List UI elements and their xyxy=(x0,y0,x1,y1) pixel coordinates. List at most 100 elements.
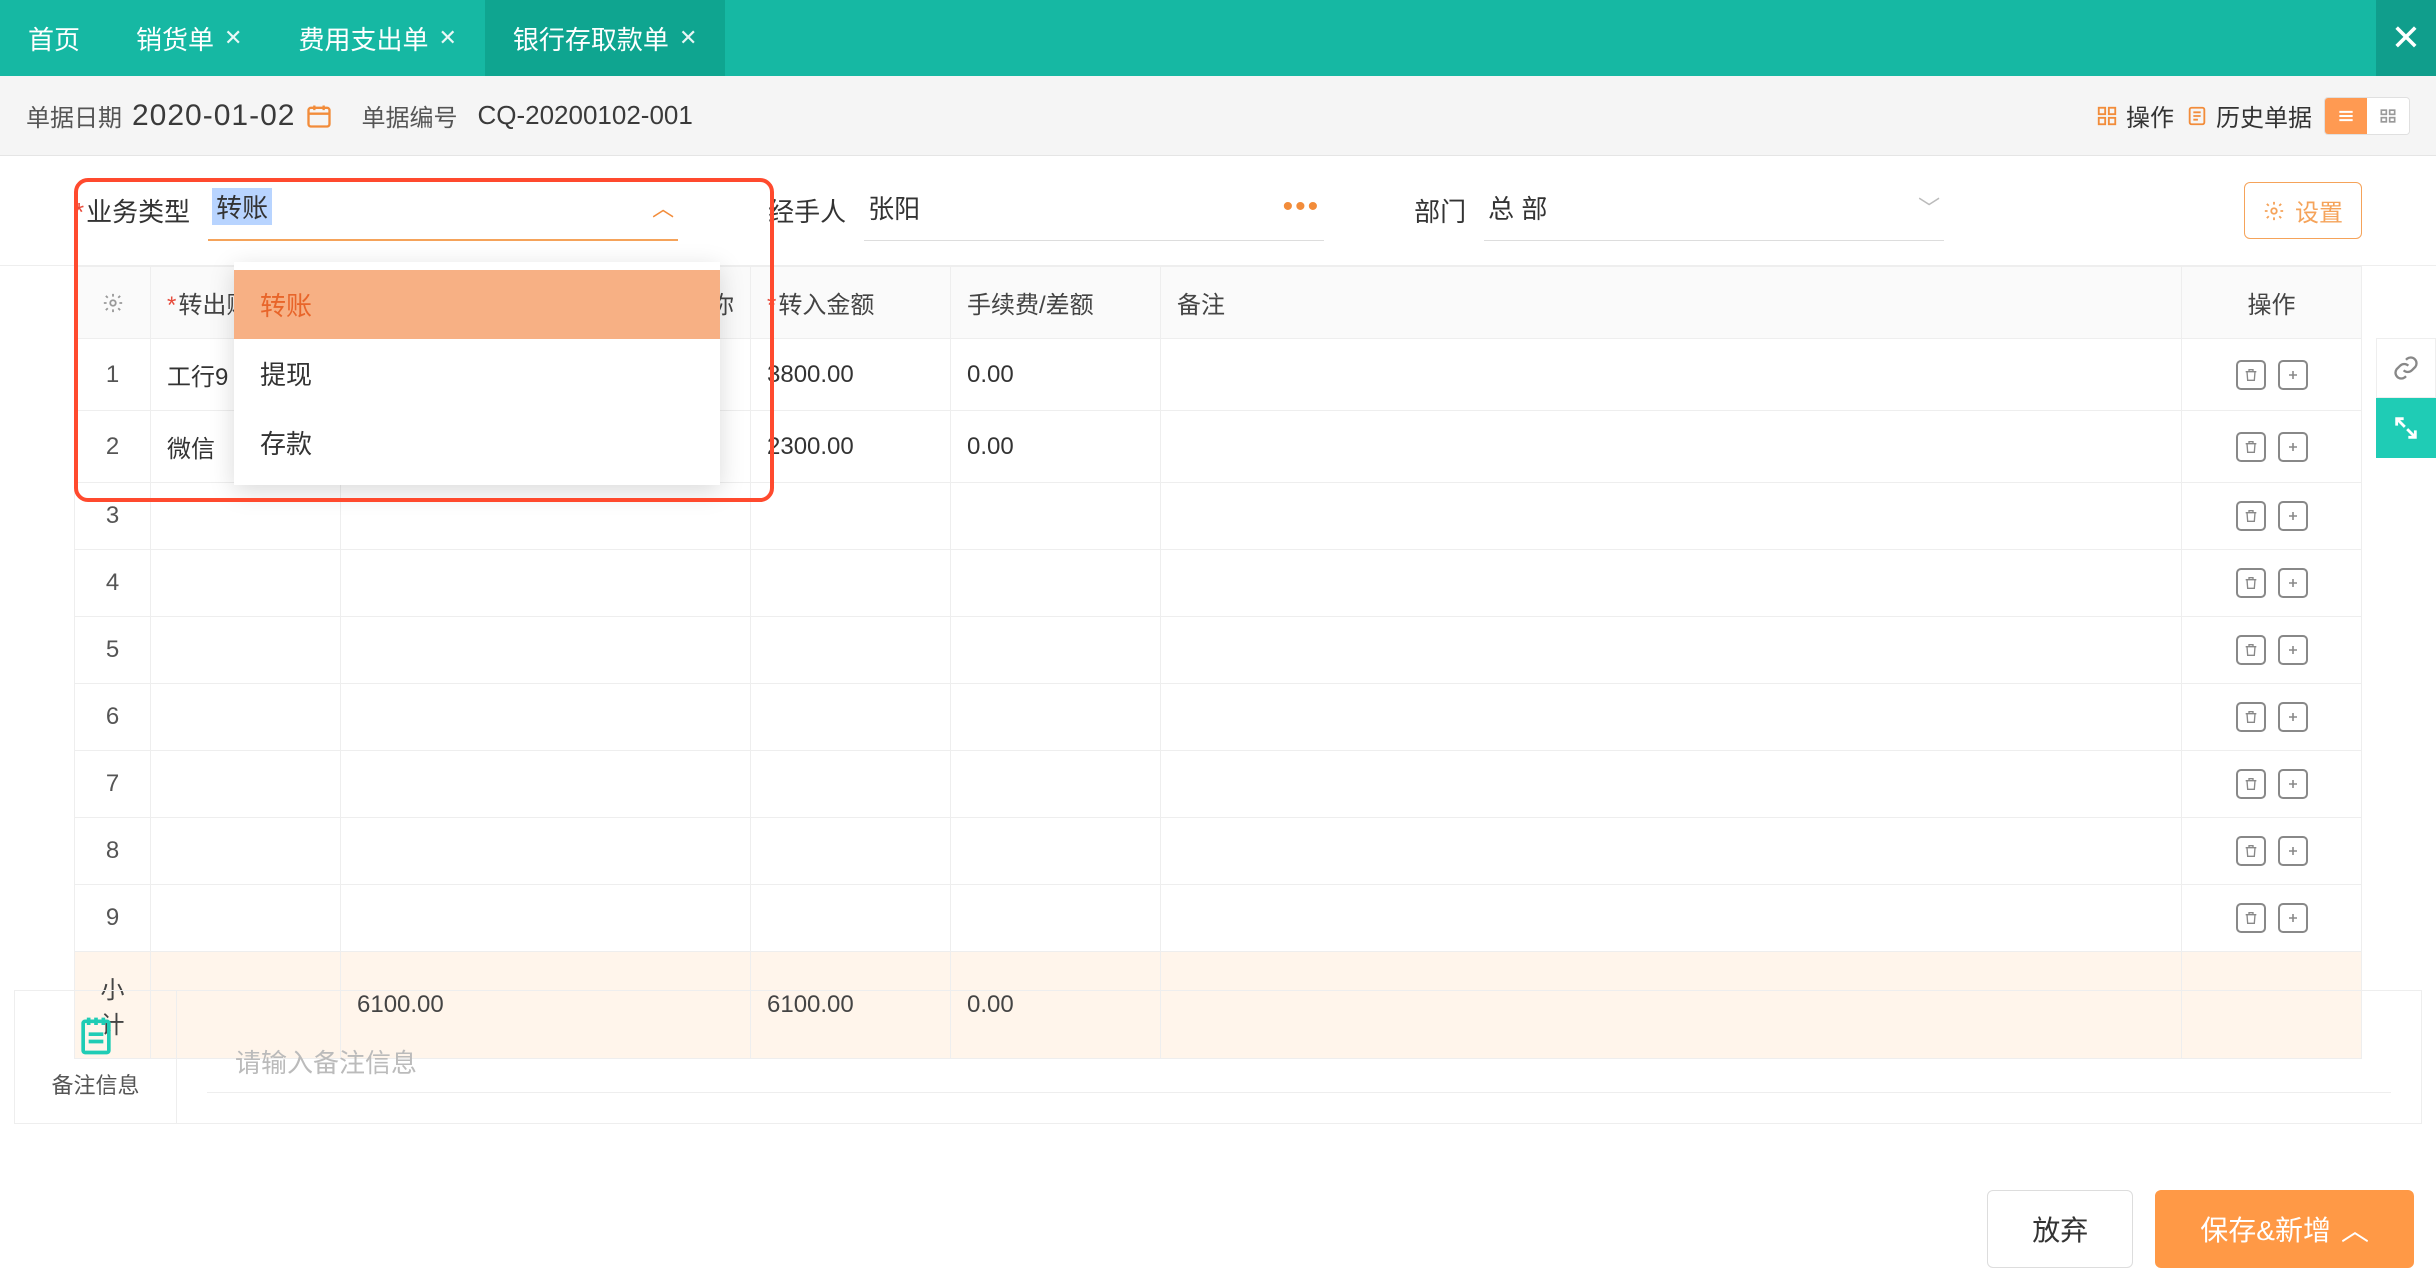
calendar-icon[interactable] xyxy=(305,102,333,130)
cell-out-account[interactable] xyxy=(151,617,341,684)
dropdown-option[interactable]: 存款 xyxy=(234,408,720,477)
cell-obscured[interactable] xyxy=(341,550,751,617)
cell-fee[interactable] xyxy=(951,818,1161,885)
cell-out-account[interactable] xyxy=(151,751,341,818)
tab-sales[interactable]: 销货单 ✕ xyxy=(108,0,270,76)
cell-in-amount[interactable] xyxy=(751,483,951,550)
delete-row-icon[interactable] xyxy=(2236,432,2266,462)
cell-out-account[interactable] xyxy=(151,483,341,550)
department-field[interactable]: 部门 总 部 ﹀ xyxy=(1414,181,1944,241)
cell-actions xyxy=(2182,550,2362,617)
cell-remark[interactable] xyxy=(1161,411,2182,483)
history-button[interactable]: 历史单据 xyxy=(2186,98,2312,133)
handler-field[interactable]: 经手人 张阳 ••• xyxy=(768,181,1324,241)
delete-row-icon[interactable] xyxy=(2236,702,2266,732)
cell-in-amount[interactable] xyxy=(751,550,951,617)
link-icon[interactable] xyxy=(2376,338,2436,398)
cell-remark[interactable] xyxy=(1161,339,2182,411)
chevron-down-icon[interactable]: ﹀ xyxy=(1918,191,1940,223)
cell-out-account[interactable] xyxy=(151,885,341,952)
cell-remark[interactable] xyxy=(1161,885,2182,952)
delete-row-icon[interactable] xyxy=(2236,360,2266,390)
cell-out-account[interactable] xyxy=(151,818,341,885)
tab-bank-transfer[interactable]: 银行存取款单 ✕ xyxy=(485,0,725,76)
cell-out-account[interactable] xyxy=(151,550,341,617)
date-value[interactable]: 2020-01-02 xyxy=(132,99,295,133)
add-row-icon[interactable] xyxy=(2278,432,2308,462)
view-card-button[interactable] xyxy=(2367,98,2409,134)
add-row-icon[interactable] xyxy=(2278,568,2308,598)
dropdown-option[interactable]: 转账 xyxy=(234,270,720,339)
cell-obscured[interactable] xyxy=(341,818,751,885)
add-row-icon[interactable] xyxy=(2278,903,2308,933)
cell-remark[interactable] xyxy=(1161,483,2182,550)
operations-menu[interactable]: 操作 xyxy=(2096,98,2174,133)
add-row-icon[interactable] xyxy=(2278,360,2308,390)
more-icon[interactable]: ••• xyxy=(1283,190,1321,224)
table-row[interactable]: 5 xyxy=(75,617,2362,684)
save-and-add-button[interactable]: 保存&新增 ︿ xyxy=(2155,1190,2414,1268)
cell-in-amount[interactable]: 3800.00 xyxy=(751,339,951,411)
row-number: 9 xyxy=(75,885,151,952)
remark-input[interactable]: 请输入备注信息 xyxy=(207,1021,2391,1093)
cell-remark[interactable] xyxy=(1161,617,2182,684)
chevron-up-icon[interactable]: ︿ xyxy=(652,191,674,223)
table-row[interactable]: 3 xyxy=(75,483,2362,550)
close-icon[interactable]: ✕ xyxy=(679,25,697,51)
delete-row-icon[interactable] xyxy=(2236,501,2266,531)
cell-fee[interactable] xyxy=(951,550,1161,617)
table-row[interactable]: 4 xyxy=(75,550,2362,617)
cell-obscured[interactable] xyxy=(341,483,751,550)
cell-in-amount[interactable] xyxy=(751,751,951,818)
cell-in-amount[interactable] xyxy=(751,684,951,751)
cell-remark[interactable] xyxy=(1161,684,2182,751)
cell-in-amount[interactable] xyxy=(751,617,951,684)
close-panel-button[interactable]: ✕ xyxy=(2376,0,2436,76)
delete-row-icon[interactable] xyxy=(2236,568,2266,598)
business-type-field[interactable]: *业务类型 转账 ︿ xyxy=(74,180,678,241)
cell-obscured[interactable] xyxy=(341,684,751,751)
discard-button[interactable]: 放弃 xyxy=(1987,1190,2133,1268)
add-row-icon[interactable] xyxy=(2278,836,2308,866)
table-row[interactable]: 7 xyxy=(75,751,2362,818)
settings-label: 设置 xyxy=(2295,193,2343,228)
expand-icon[interactable] xyxy=(2376,398,2436,458)
tab-home[interactable]: 首页 xyxy=(0,0,108,76)
dropdown-option[interactable]: 提现 xyxy=(234,339,720,408)
cell-in-amount[interactable] xyxy=(751,818,951,885)
delete-row-icon[interactable] xyxy=(2236,836,2266,866)
cell-fee[interactable] xyxy=(951,483,1161,550)
cell-fee[interactable]: 0.00 xyxy=(951,411,1161,483)
table-row[interactable]: 9 xyxy=(75,885,2362,952)
cell-remark[interactable] xyxy=(1161,550,2182,617)
cell-obscured[interactable] xyxy=(341,885,751,952)
cell-fee[interactable] xyxy=(951,684,1161,751)
cell-fee[interactable]: 0.00 xyxy=(951,339,1161,411)
view-list-button[interactable] xyxy=(2325,98,2367,134)
add-row-icon[interactable] xyxy=(2278,769,2308,799)
cell-obscured[interactable] xyxy=(341,751,751,818)
cell-fee[interactable] xyxy=(951,885,1161,952)
cell-in-amount[interactable] xyxy=(751,885,951,952)
table-settings-header[interactable] xyxy=(75,267,151,339)
cell-remark[interactable] xyxy=(1161,751,2182,818)
cell-fee[interactable] xyxy=(951,751,1161,818)
tab-expense[interactable]: 费用支出单 ✕ xyxy=(270,0,484,76)
close-icon[interactable]: ✕ xyxy=(438,25,456,51)
cell-remark[interactable] xyxy=(1161,818,2182,885)
cell-out-account[interactable] xyxy=(151,684,341,751)
settings-button[interactable]: 设置 xyxy=(2244,182,2362,239)
add-row-icon[interactable] xyxy=(2278,501,2308,531)
add-row-icon[interactable] xyxy=(2278,635,2308,665)
cell-obscured[interactable] xyxy=(341,617,751,684)
cell-in-amount[interactable]: 2300.00 xyxy=(751,411,951,483)
table-row[interactable]: 6 xyxy=(75,684,2362,751)
cell-fee[interactable] xyxy=(951,617,1161,684)
close-icon[interactable]: ✕ xyxy=(224,25,242,51)
add-row-icon[interactable] xyxy=(2278,702,2308,732)
table-row[interactable]: 8 xyxy=(75,818,2362,885)
delete-row-icon[interactable] xyxy=(2236,903,2266,933)
delete-row-icon[interactable] xyxy=(2236,635,2266,665)
delete-row-icon[interactable] xyxy=(2236,769,2266,799)
business-type-value: 转账 xyxy=(212,188,272,225)
